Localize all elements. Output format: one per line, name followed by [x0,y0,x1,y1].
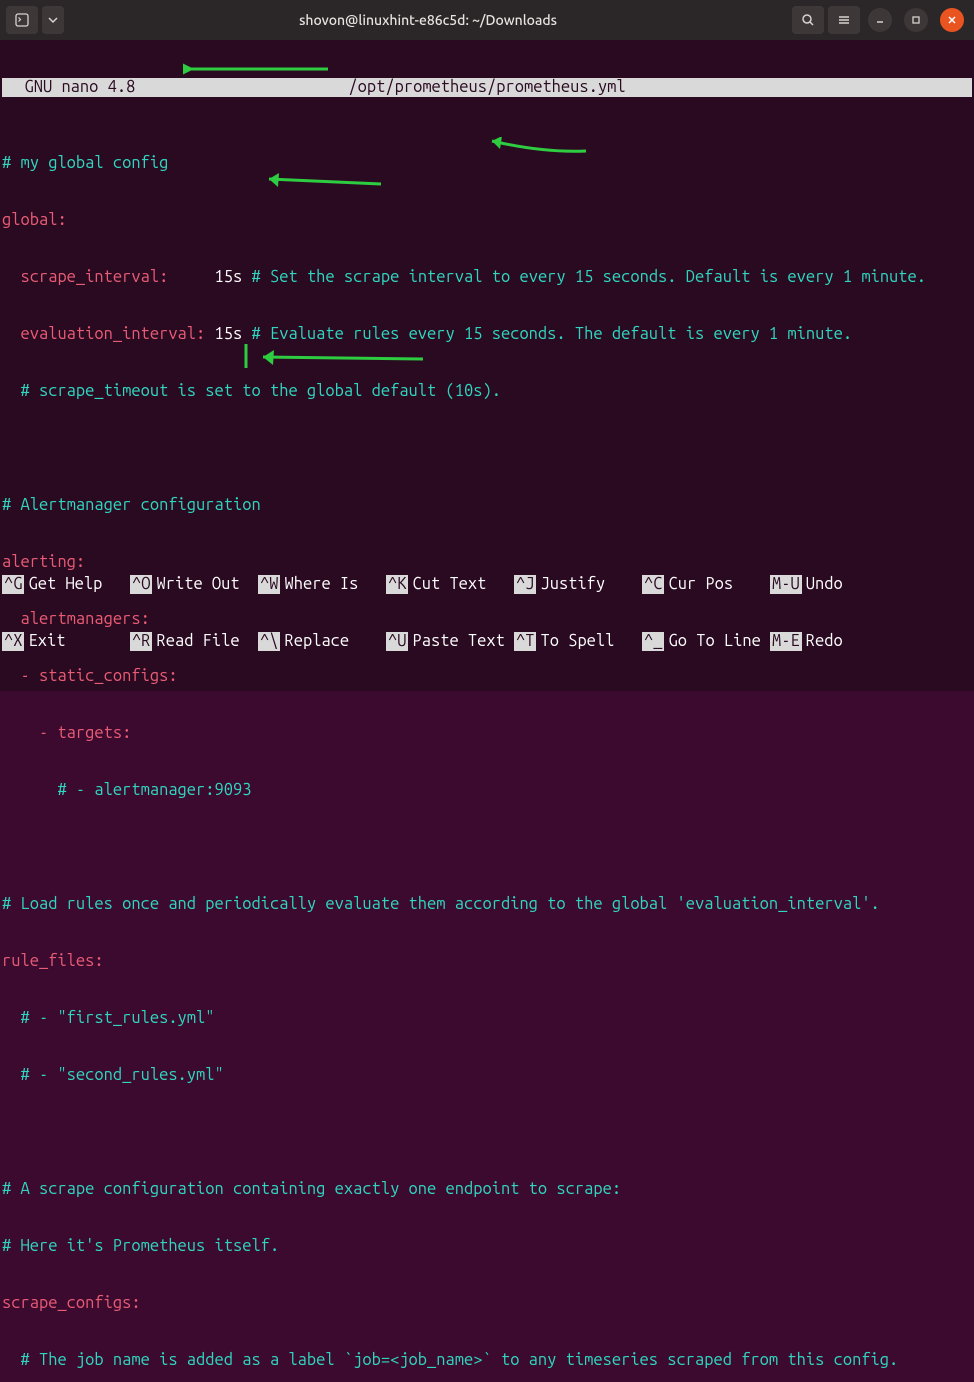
chevron-down-icon [48,15,58,25]
code-line: scrape_configs: [2,1294,972,1313]
shortcut-key: ^U [386,632,408,651]
code-line: evaluation_interval: 15s # Evaluate rule… [2,325,972,344]
shortcut-key: M-U [770,575,802,594]
code-line [2,1123,972,1142]
nano-footer: ^GGet Help^OWrite Out^WWhere Is^KCut Tex… [2,537,972,689]
maximize-button[interactable] [904,8,928,32]
code-line: # scrape_timeout is set to the global de… [2,382,972,401]
maximize-icon [911,15,921,25]
arrow-annotation [183,59,333,79]
footer-shortcut: ^CCur Pos [642,575,770,594]
footer-shortcut: ^JJustify [514,575,642,594]
footer-shortcut: ^\Replace [258,632,386,651]
nano-header: GNU nano 4.8 /opt/prometheus/prometheus.… [2,78,972,97]
code-line: # Load rules once and periodically evalu… [2,895,972,914]
code-line [2,838,972,857]
shortcut-key: ^K [386,575,408,594]
footer-shortcut: M-UUndo [770,575,898,594]
shortcut-key: ^_ [642,632,664,651]
code-line: # The job name is added as a label `job=… [2,1351,972,1370]
shortcut-key: ^O [130,575,152,594]
code-line: # my global config [2,154,972,173]
close-icon [947,15,957,25]
shortcut-label: Read File [156,632,239,651]
terminal-area[interactable]: GNU nano 4.8 /opt/prometheus/prometheus.… [0,40,974,691]
footer-shortcut: ^WWhere Is [258,575,386,594]
shortcut-label: To Spell [540,632,614,651]
shortcut-key: ^\ [258,632,280,651]
shortcut-label: Undo [806,575,843,594]
close-button[interactable] [940,8,964,32]
shortcut-label: Cut Text [412,575,486,594]
code-line: global: [2,211,972,230]
shortcut-key: ^R [130,632,152,651]
footer-shortcut: ^UPaste Text [386,632,514,651]
hamburger-icon [837,13,851,27]
shortcut-key: ^T [514,632,536,651]
shortcut-label: Justify [540,575,605,594]
window-title: shovon@linuxhint-e86c5d: ~/Downloads [68,12,788,28]
shortcut-label: Go To Line [668,632,760,651]
shortcut-label: Cur Pos [668,575,733,594]
code-line: # - alertmanager:9093 [2,781,972,800]
menu-button[interactable] [828,6,860,34]
code-line: # - "first_rules.yml" [2,1009,972,1028]
code-line [2,439,972,458]
minimize-button[interactable] [868,8,892,32]
footer-shortcut: ^OWrite Out [130,575,258,594]
footer-shortcut: ^XExit [2,632,130,651]
shortcut-label: Exit [28,632,65,651]
code-line: # Here it's Prometheus itself. [2,1237,972,1256]
shortcut-key: ^J [514,575,536,594]
shortcut-key: ^C [642,575,664,594]
code-line: - targets: [2,724,972,743]
shortcut-label: Write Out [156,575,239,594]
new-tab-button[interactable] [6,6,38,34]
arrow-annotation [261,171,386,191]
arrow-annotation [243,341,428,371]
footer-shortcut: ^RRead File [130,632,258,651]
tab-dropdown-button[interactable] [42,6,64,34]
footer-shortcut: M-ERedo [770,632,898,651]
shortcut-label: Where Is [284,575,358,594]
shortcut-key: ^W [258,575,280,594]
nano-version: GNU nano 4.8 [2,78,135,97]
footer-shortcut: ^KCut Text [386,575,514,594]
search-button[interactable] [792,6,824,34]
search-icon [801,13,815,27]
code-line: # Alertmanager configuration [2,496,972,515]
shortcut-key: ^G [2,575,24,594]
terminal-icon [15,13,29,27]
shortcut-label: Replace [284,632,349,651]
footer-shortcut: ^GGet Help [2,575,130,594]
code-line: # A scrape configuration containing exac… [2,1180,972,1199]
nano-filename: /opt/prometheus/prometheus.yml [348,78,625,97]
footer-shortcut: ^TTo Spell [514,632,642,651]
code-line: scrape_interval: 15s # Set the scrape in… [2,268,972,287]
shortcut-label: Get Help [28,575,102,594]
shortcut-label: Redo [806,632,843,651]
shortcut-label: Paste Text [412,632,504,651]
code-line: rule_files: [2,952,972,971]
footer-shortcut: ^_Go To Line [642,632,770,651]
code-line: # - "second_rules.yml" [2,1066,972,1085]
minimize-icon [875,15,885,25]
window-titlebar: shovon@linuxhint-e86c5d: ~/Downloads [0,0,974,40]
shortcut-key: ^X [2,632,24,651]
shortcut-key: M-E [770,632,802,651]
